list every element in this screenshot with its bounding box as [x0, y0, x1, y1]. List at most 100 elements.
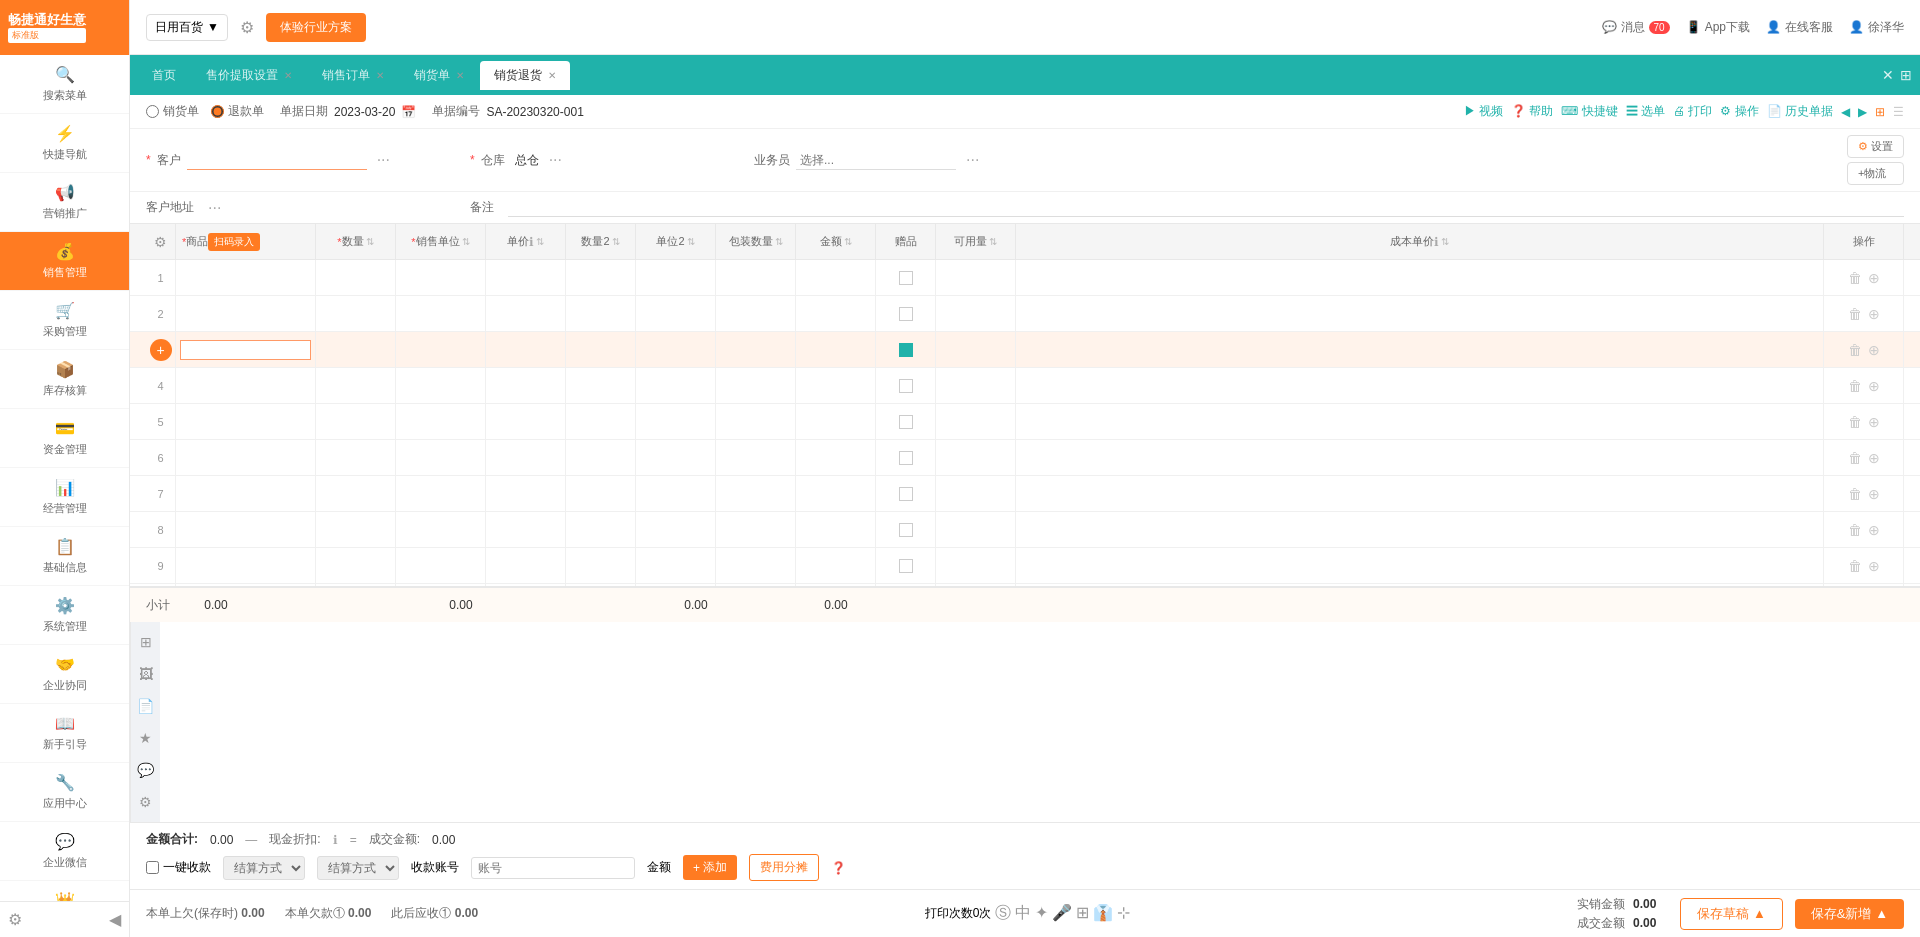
sidebar-item-purchase[interactable]: 🛒 采购管理	[0, 291, 129, 350]
td-amount[interactable]	[796, 332, 876, 367]
sidebar-item-member[interactable]: 👑 畅会员	[0, 881, 129, 901]
gift-checkbox[interactable]	[899, 307, 913, 321]
right-panel-msg-icon[interactable]: 💬	[133, 758, 158, 782]
cost-info-icon[interactable]: ℹ	[1434, 235, 1439, 249]
delete-row-icon[interactable]: 🗑	[1848, 306, 1862, 322]
discount-info-icon[interactable]: ℹ	[333, 833, 338, 847]
save-draft-button[interactable]: 保存草稿 ▲	[1680, 898, 1783, 930]
account-input[interactable]	[471, 857, 635, 879]
td-cost[interactable]	[1016, 260, 1824, 295]
qty-sort-icon[interactable]: ⇅	[366, 236, 374, 247]
customer-dots[interactable]: ···	[377, 151, 390, 169]
td-avail[interactable]	[936, 260, 1016, 295]
history-btn[interactable]: 📄 历史单据	[1767, 103, 1833, 120]
td-gift[interactable]	[876, 296, 936, 331]
sidebar-item-newuser[interactable]: 📖 新手引导	[0, 704, 129, 763]
unit-sort-icon[interactable]: ⇅	[462, 236, 470, 247]
td-qty[interactable]	[316, 260, 396, 295]
add-payment-button[interactable]: + 添加	[683, 855, 737, 880]
packqty-sort-icon[interactable]: ⇅	[775, 236, 783, 247]
tab-sales-return[interactable]: 销货退货 ✕	[480, 61, 570, 90]
print-btn[interactable]: 🖨 打印	[1673, 103, 1712, 120]
td-amount[interactable]	[796, 260, 876, 295]
td-cost[interactable]	[1016, 368, 1824, 403]
cost-sort-icon[interactable]: ⇅	[1441, 236, 1449, 247]
td-unit[interactable]	[396, 296, 486, 331]
td-qty[interactable]	[316, 368, 396, 403]
tab-close-all[interactable]: ✕	[1882, 67, 1894, 83]
footer-icon-5[interactable]: ⊞	[1076, 903, 1089, 924]
sidebar-item-basic[interactable]: 📋 基础信息	[0, 527, 129, 586]
tab-menu-icon[interactable]: ⊞	[1900, 67, 1912, 83]
salesperson-dots[interactable]: ···	[966, 151, 979, 169]
delete-row-icon[interactable]: 🗑	[1848, 486, 1862, 502]
gift-checkbox[interactable]	[899, 523, 913, 537]
td-product[interactable]	[176, 260, 316, 295]
td-amount[interactable]	[796, 296, 876, 331]
delete-row-icon[interactable]: 🗑	[1848, 450, 1862, 466]
copy-row-icon[interactable]: ⊕	[1868, 270, 1880, 286]
tab-home[interactable]: 首页	[138, 61, 190, 90]
address-dots[interactable]: ···	[208, 199, 221, 217]
warehouse-dots[interactable]: ···	[549, 151, 562, 169]
footer-icon-3[interactable]: ✦	[1035, 903, 1048, 924]
td-cost[interactable]	[1016, 296, 1824, 331]
add-row-button[interactable]: +	[150, 339, 172, 361]
price-sort-icon[interactable]: ⇅	[536, 236, 544, 247]
amount-sort-icon[interactable]: ⇅	[844, 236, 852, 247]
settlement-select[interactable]: 结算方式	[223, 856, 305, 880]
td-unit2[interactable]	[636, 260, 716, 295]
calendar-icon[interactable]: 📅	[401, 105, 416, 119]
td-packqty[interactable]	[716, 332, 796, 367]
td-unit[interactable]	[396, 332, 486, 367]
shortcut-btn[interactable]: ⌨ 快捷键	[1561, 103, 1617, 120]
td-unit2[interactable]	[636, 332, 716, 367]
tab-close-icon[interactable]: ✕	[456, 70, 464, 81]
td-price[interactable]	[486, 368, 566, 403]
payment-checkbox[interactable]: 一键收款	[146, 859, 211, 876]
sidebar-item-marketing[interactable]: 📢 营销推广	[0, 173, 129, 232]
payment-checkbox-input[interactable]	[146, 861, 159, 874]
td-gift[interactable]	[876, 332, 936, 367]
td-avail[interactable]	[936, 332, 1016, 367]
delete-row-icon[interactable]: 🗑	[1848, 558, 1862, 574]
app-download-btn[interactable]: 📱 App下载	[1686, 19, 1750, 36]
td-unit2[interactable]	[636, 368, 716, 403]
td-packqty[interactable]	[716, 260, 796, 295]
gift-checkbox[interactable]	[899, 487, 913, 501]
copy-row-icon[interactable]: ⊕	[1868, 450, 1880, 466]
select-btn[interactable]: ☰ 选单	[1626, 103, 1665, 120]
radio-return-input[interactable]	[211, 105, 224, 118]
footer-icon-7[interactable]: ⊹	[1117, 903, 1130, 924]
ops-btn[interactable]: ⚙ 操作	[1720, 103, 1758, 120]
avail-sort-icon[interactable]: ⇅	[989, 236, 997, 247]
copy-row-icon[interactable]: ⊕	[1868, 414, 1880, 430]
delete-row-icon[interactable]: 🗑	[1848, 342, 1862, 358]
salesperson-input[interactable]	[796, 151, 956, 170]
footer-icon-4[interactable]: 🎤	[1052, 903, 1072, 924]
user-avatar[interactable]: 👤 徐泽华	[1849, 19, 1904, 36]
collapse-icon[interactable]: ◀	[109, 910, 121, 929]
copy-row-icon[interactable]: ⊕	[1868, 342, 1880, 358]
td-product[interactable]	[176, 332, 316, 367]
customer-input[interactable]	[187, 151, 367, 170]
td-unit2[interactable]	[636, 296, 716, 331]
list-view-icon[interactable]: ☰	[1893, 105, 1904, 119]
save-new-button[interactable]: 保存&新增 ▲	[1795, 899, 1904, 929]
fenpai-button[interactable]: 费用分摊	[749, 854, 819, 881]
qty2-sort-icon[interactable]: ⇅	[612, 236, 620, 247]
tab-close-icon[interactable]: ✕	[548, 70, 556, 81]
right-panel-doc-icon[interactable]: 📄	[133, 694, 158, 718]
product-input-active[interactable]	[180, 340, 311, 360]
td-unit[interactable]	[396, 368, 486, 403]
td-cost[interactable]	[1016, 332, 1824, 367]
video-btn[interactable]: ▶ 视频	[1464, 103, 1503, 120]
sidebar-item-sales[interactable]: 💰 销售管理	[0, 232, 129, 291]
message-btn[interactable]: 💬 消息 70	[1602, 19, 1670, 36]
td-qty2[interactable]	[566, 296, 636, 331]
sidebar-item-wechat[interactable]: 💬 企业微信	[0, 822, 129, 881]
industry-select[interactable]: 日用百货 ▼	[146, 14, 228, 41]
radio-sales[interactable]: 销货单	[146, 103, 199, 120]
radio-sales-input[interactable]	[146, 105, 159, 118]
prev-icon[interactable]: ◀	[1841, 105, 1850, 119]
